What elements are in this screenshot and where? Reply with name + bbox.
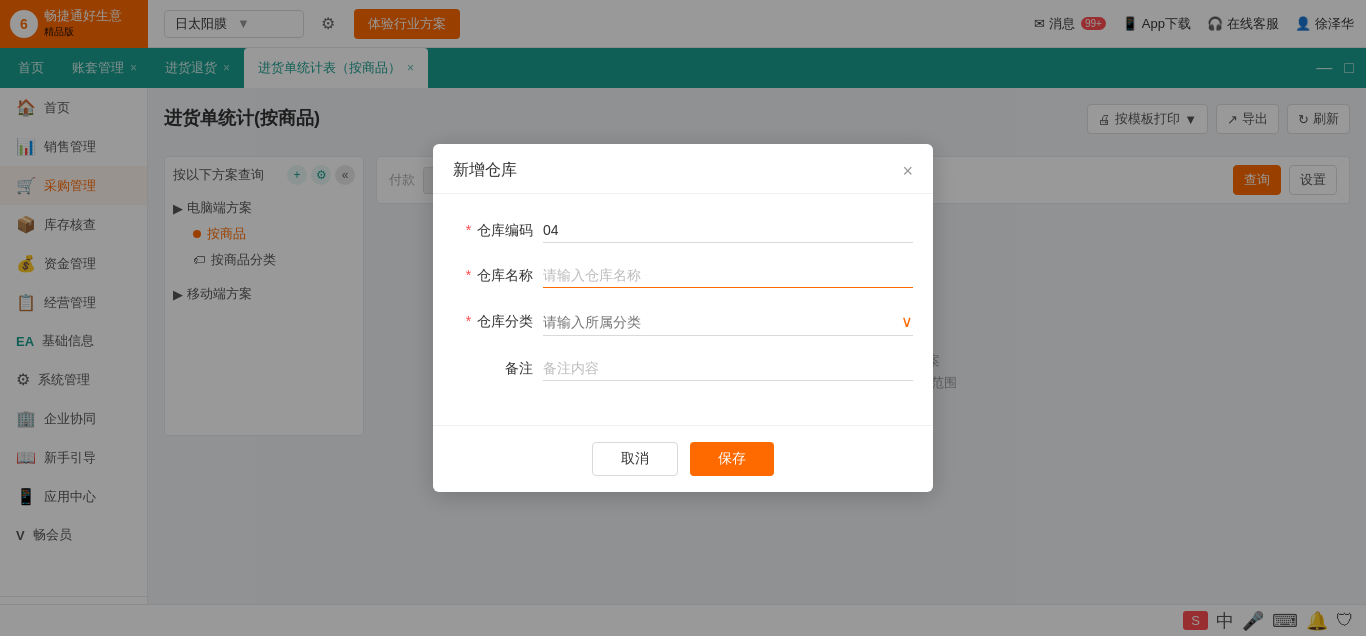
cancel-button[interactable]: 取消 <box>592 442 678 476</box>
modal-title: 新增仓库 <box>453 160 517 181</box>
name-label: * 仓库名称 <box>453 267 533 285</box>
form-row-name: * 仓库名称 <box>453 263 913 288</box>
warehouse-name-input[interactable] <box>543 263 913 288</box>
modal-footer: 取消 保存 <box>433 425 933 492</box>
form-row-code: * 仓库编码 <box>453 218 913 243</box>
new-warehouse-modal: 新增仓库 × * 仓库编码 * 仓库名称 * 仓库分类 ∨ <box>433 144 933 492</box>
modal-header: 新增仓库 × <box>433 144 933 194</box>
remark-label: 备注 <box>453 360 533 378</box>
modal-body: * 仓库编码 * 仓库名称 * 仓库分类 ∨ 备注 <box>433 194 933 425</box>
category-select-wrap[interactable]: ∨ <box>543 308 913 336</box>
category-dropdown-arrow: ∨ <box>901 312 913 331</box>
modal-close-button[interactable]: × <box>902 162 913 180</box>
form-row-category: * 仓库分类 ∨ <box>453 308 913 336</box>
code-label: * 仓库编码 <box>453 222 533 240</box>
form-row-remark: 备注 <box>453 356 913 381</box>
save-button[interactable]: 保存 <box>690 442 774 476</box>
warehouse-category-input[interactable] <box>543 314 901 330</box>
category-label: * 仓库分类 <box>453 313 533 331</box>
warehouse-code-input[interactable] <box>543 218 913 243</box>
warehouse-remark-input[interactable] <box>543 356 913 381</box>
